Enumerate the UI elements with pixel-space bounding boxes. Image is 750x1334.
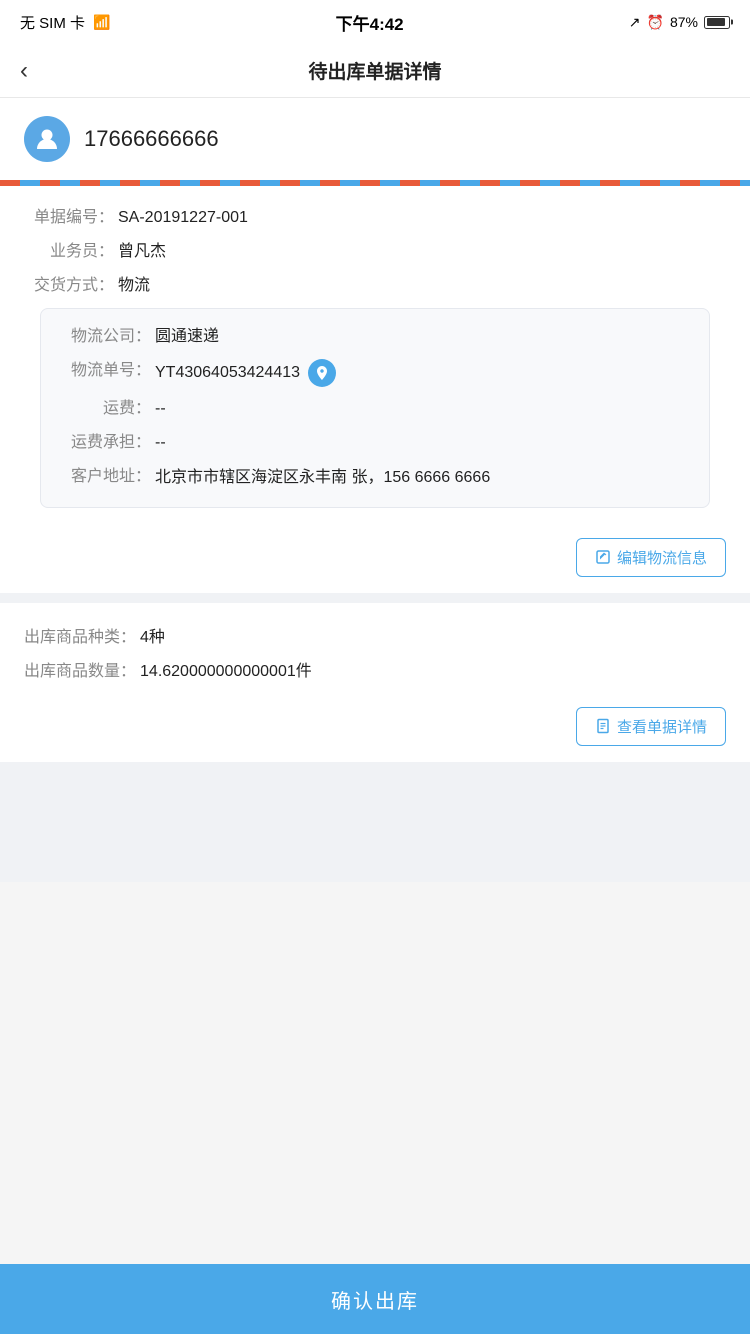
goods-section: 出库商品种类： 4种 出库商品数量： 14.620000000000001件 [0, 603, 750, 707]
order-number-label: 单据编号： [24, 206, 114, 230]
wifi-icon: 📶 [93, 14, 110, 31]
customer-phone: 17666666666 [84, 126, 219, 152]
status-time: 下午4:42 [336, 10, 404, 35]
tracking-number-text: YT43064053424413 [155, 361, 300, 385]
status-right: ↗ ⏰ 87% [629, 14, 730, 31]
goods-types-value: 4种 [140, 623, 726, 647]
freight-row: 运费： -- [61, 397, 689, 421]
goods-types-row: 出库商品种类： 4种 [24, 623, 726, 647]
logistics-tracking-value: YT43064053424413 [155, 359, 689, 387]
address-label: 客户地址： [61, 465, 151, 489]
alarm-icon: ⏰ [647, 14, 664, 31]
address-value: 北京市市辖区海淀区永丰南 张，156 6666 6666 [155, 465, 689, 491]
freight-bearer-label: 运费承担： [61, 431, 151, 455]
logistics-company-label: 物流公司： [61, 325, 151, 349]
view-detail-row: 查看单据详情 [0, 707, 750, 762]
agent-row: 业务员： 曾凡杰 [24, 240, 726, 264]
goods-types-label: 出库商品种类： [24, 623, 136, 647]
avatar [24, 116, 70, 162]
bottom-space [0, 762, 750, 882]
customer-section: 17666666666 [0, 98, 750, 180]
battery-text: 87% [670, 14, 698, 30]
goods-quantity-label: 出库商品数量： [24, 657, 136, 681]
nav-bar: ‹ 待出库单据详情 [0, 44, 750, 98]
freight-label: 运费： [61, 397, 151, 421]
agent-value: 曾凡杰 [118, 240, 726, 264]
order-info-section: 单据编号： SA-20191227-001 业务员： 曾凡杰 交货方式： 物流 … [0, 186, 750, 524]
tracking-location-button[interactable] [308, 359, 336, 387]
page-title: 待出库单据详情 [308, 57, 441, 84]
logistics-tracking-label: 物流单号： [61, 359, 151, 383]
agent-label: 业务员： [24, 240, 114, 264]
address-row: 客户地址： 北京市市辖区海淀区永丰南 张，156 6666 6666 [61, 465, 689, 491]
document-icon [595, 718, 611, 734]
freight-bearer-row: 运费承担： -- [61, 431, 689, 455]
location-service-icon: ↗ [629, 14, 641, 31]
edit-logistics-button[interactable]: 编辑物流信息 [576, 538, 726, 577]
confirm-button-label: 确认出库 [331, 1285, 419, 1314]
logistics-company-value: 圆通速递 [155, 325, 689, 349]
carrier-text: 无 SIM 卡 [20, 12, 85, 33]
order-number-value: SA-20191227-001 [118, 206, 726, 230]
back-button[interactable]: ‹ [12, 49, 36, 93]
status-left: 无 SIM 卡 📶 [20, 12, 110, 33]
freight-value: -- [155, 397, 689, 421]
delivery-row: 交货方式： 物流 [24, 274, 726, 298]
goods-quantity-row: 出库商品数量： 14.620000000000001件 [24, 657, 726, 681]
edit-logistics-label: 编辑物流信息 [617, 547, 707, 568]
edit-icon [595, 549, 611, 565]
confirm-button-bar[interactable]: 确认出库 [0, 1264, 750, 1334]
logistics-tracking-row: 物流单号： YT43064053424413 [61, 359, 689, 387]
order-number-row: 单据编号： SA-20191227-001 [24, 206, 726, 230]
view-detail-label: 查看单据详情 [617, 716, 707, 737]
view-detail-button[interactable]: 查看单据详情 [576, 707, 726, 746]
delivery-label: 交货方式： [24, 274, 114, 298]
goods-quantity-value: 14.620000000000001件 [140, 657, 726, 681]
section-divider [0, 593, 750, 603]
logistics-card: 物流公司： 圆通速递 物流单号： YT43064053424413 运费： -- [40, 308, 710, 508]
status-bar: 无 SIM 卡 📶 下午4:42 ↗ ⏰ 87% [0, 0, 750, 44]
edit-btn-row: 编辑物流信息 [0, 524, 750, 593]
delivery-value: 物流 [118, 274, 726, 298]
battery-indicator [704, 16, 730, 29]
freight-bearer-value: -- [155, 431, 689, 455]
logistics-company-row: 物流公司： 圆通速递 [61, 325, 689, 349]
